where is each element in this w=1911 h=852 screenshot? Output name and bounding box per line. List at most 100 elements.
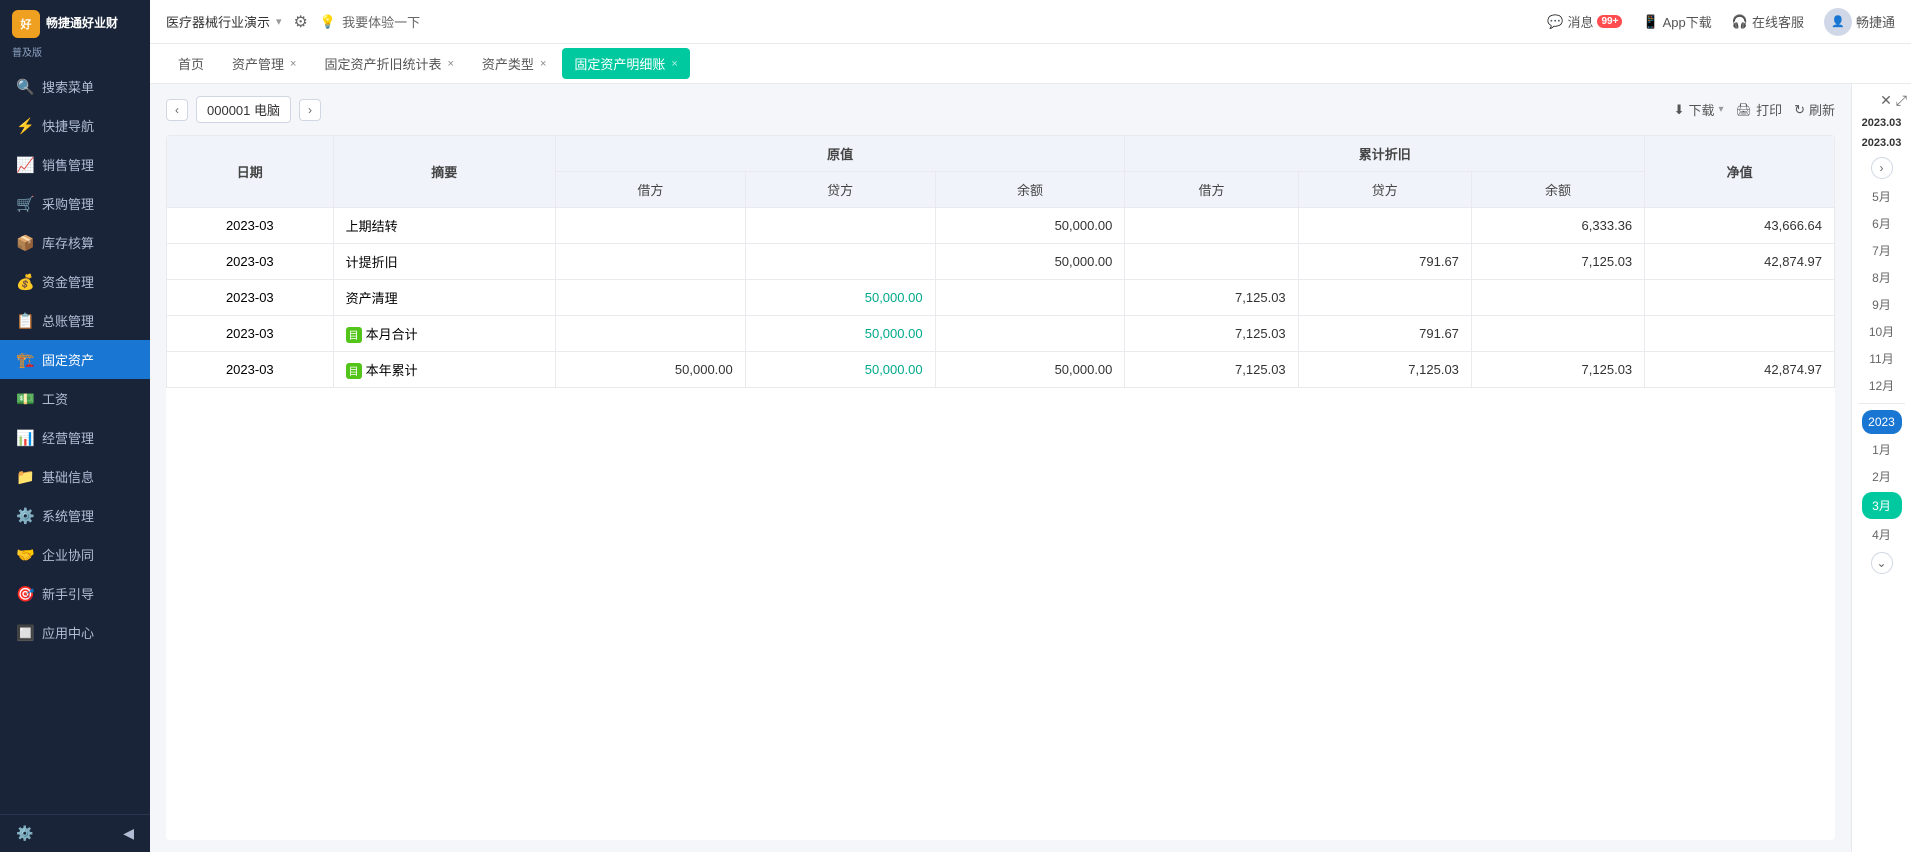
timeline-month-6[interactable]: 6月: [1852, 210, 1911, 237]
sidebar-item-label: 经营管理: [42, 428, 94, 447]
sidebar-item-enterprise[interactable]: 🤝 企业协同: [0, 535, 150, 574]
sidebar-nav: 🔍 搜索菜单 ⚡ 快捷导航 📈 销售管理 🛒 采购管理 📦 库存核算 💰 资金管…: [0, 67, 150, 814]
table-row: 2023-03目本年累计50,000.0050,000.0050,000.007…: [167, 352, 1835, 388]
app-center-icon: 🔲: [16, 624, 34, 642]
sidebar-item-salary[interactable]: 💵 工资: [0, 379, 150, 418]
ledger-icon: 📋: [16, 312, 34, 330]
sidebar-item-operations[interactable]: 📊 经营管理: [0, 418, 150, 457]
tab-asset-mgmt-close[interactable]: ×: [290, 58, 296, 70]
col-group-original: 原值: [555, 136, 1124, 172]
sidebar-item-quick-nav[interactable]: ⚡ 快捷导航: [0, 106, 150, 145]
timeline-month-7[interactable]: 7月: [1852, 237, 1911, 264]
app-download-btn[interactable]: 📱 App下载: [1642, 12, 1711, 31]
salary-icon: 💵: [16, 390, 34, 408]
col-dep-debit: 借方: [1125, 172, 1298, 208]
tab-asset-type[interactable]: 资产类型 ×: [470, 48, 558, 79]
sidebar-item-search[interactable]: 🔍 搜索菜单: [0, 67, 150, 106]
sidebar-item-label: 系统管理: [42, 506, 94, 525]
company-selector[interactable]: 医疗器械行业演示 ▾: [166, 12, 282, 31]
tag-icon: 目: [346, 363, 362, 379]
timeline-month-9[interactable]: 9月: [1852, 291, 1911, 318]
collapse-sidebar-icon[interactable]: ◀: [123, 825, 134, 842]
tab-asset-detail[interactable]: 固定资产明细账 ×: [562, 48, 689, 79]
messages-btn[interactable]: 💬 消息 99+: [1547, 12, 1622, 31]
table-row: 2023-03上期结转50,000.006,333.3643,666.64: [167, 208, 1835, 244]
content-area: ‹ 000001 电脑 › ⬇ 下载 ▾ 🖨 打印 ↻: [150, 84, 1911, 852]
col-net-value: 净值: [1645, 136, 1835, 208]
timeline-month-10[interactable]: 10月: [1852, 318, 1911, 345]
timeline-month-2[interactable]: 2月: [1852, 463, 1911, 490]
tabbar: 首页 资产管理 × 固定资产折旧统计表 × 资产类型 × 固定资产明细账 ×: [150, 44, 1911, 84]
sidebar-item-purchase[interactable]: 🛒 采购管理: [0, 184, 150, 223]
timeline-expand-btn[interactable]: ›: [1871, 157, 1893, 179]
timeline-month-3[interactable]: 3月: [1862, 492, 1902, 519]
tab-asset-detail-label: 固定资产明细账: [574, 54, 665, 73]
download-btn[interactable]: ⬇ 下载 ▾: [1674, 100, 1724, 119]
prev-asset-btn[interactable]: ‹: [166, 99, 188, 121]
col-dep-balance: 余额: [1471, 172, 1644, 208]
timeline-month-5[interactable]: 5月: [1852, 183, 1911, 210]
logo-text: 畅捷通好业财: [46, 16, 118, 32]
sidebar-item-label: 采购管理: [42, 194, 94, 213]
timeline-month-4[interactable]: 4月: [1852, 521, 1911, 548]
timeline-month-8[interactable]: 8月: [1852, 264, 1911, 291]
tab-depreciation-stats[interactable]: 固定资产折旧统计表 ×: [312, 48, 465, 79]
col-date: 日期: [167, 136, 334, 208]
tab-asset-mgmt[interactable]: 资产管理 ×: [220, 48, 308, 79]
sidebar-item-label: 快捷导航: [42, 116, 94, 135]
experience-icon: 💡: [320, 14, 336, 30]
close-panel-icon[interactable]: ✕: [1880, 92, 1892, 109]
refresh-label: 刷新: [1809, 100, 1835, 119]
app-logo: 好 畅捷通好业财: [0, 0, 150, 44]
app-download-label: App下载: [1663, 12, 1712, 31]
col-group-depreciation: 累计折旧: [1125, 136, 1645, 172]
sidebar-item-label: 基础信息: [42, 467, 94, 486]
fixed-asset-table: 日期 摘要 原值 累计折旧 净值 借方 贷方 余额 借方 贷方 余额: [166, 135, 1835, 388]
settings-bottom-icon[interactable]: ⚙️: [16, 825, 33, 842]
timeline-month-11[interactable]: 11月: [1852, 345, 1911, 372]
timeline-month-1[interactable]: 1月: [1852, 436, 1911, 463]
print-btn[interactable]: 🖨 打印: [1736, 100, 1783, 119]
download-label: 下载: [1689, 100, 1715, 119]
col-desc: 摘要: [333, 136, 555, 208]
sidebar-item-funds[interactable]: 💰 资金管理: [0, 262, 150, 301]
timeline-panel: ✕ ⤢ 2023.03 2023.03 › 5月 6月 7月 8月 9月 10月…: [1851, 84, 1911, 852]
sidebar-item-label: 资金管理: [42, 272, 94, 291]
sidebar-item-system[interactable]: ⚙️ 系统管理: [0, 496, 150, 535]
asset-code-badge: 000001 电脑: [196, 96, 291, 123]
sidebar-item-basic-info[interactable]: 📁 基础信息: [0, 457, 150, 496]
operations-icon: 📊: [16, 429, 34, 447]
timeline-down-btn[interactable]: ⌄: [1871, 552, 1893, 574]
expand-panel-icon[interactable]: ⤢: [1896, 92, 1907, 109]
messages-icon: 💬: [1547, 14, 1563, 30]
timeline-header-bottom: 2023.03: [1852, 133, 1911, 153]
topbar-settings-icon[interactable]: ⚙: [294, 12, 308, 32]
sidebar-item-app-center[interactable]: 🔲 应用中心: [0, 613, 150, 652]
next-asset-btn[interactable]: ›: [299, 99, 321, 121]
user-name: 畅捷通: [1856, 12, 1895, 31]
sidebar: 好 畅捷通好业财 普及版 🔍 搜索菜单 ⚡ 快捷导航 📈 销售管理 🛒 采购管理…: [0, 0, 150, 852]
online-service-label: 在线客服: [1752, 12, 1804, 31]
sidebar-item-label: 固定资产: [42, 350, 94, 369]
refresh-icon: ↻: [1794, 102, 1805, 118]
experience-btn[interactable]: 💡 我要体验一下: [320, 12, 420, 31]
sidebar-item-fixed-assets[interactable]: 🏗️ 固定资产: [0, 340, 150, 379]
col-orig-debit: 借方: [555, 172, 745, 208]
sidebar-bottom: ⚙️ ◀: [0, 814, 150, 852]
tab-home[interactable]: 首页: [166, 48, 216, 79]
sidebar-item-sales[interactable]: 📈 销售管理: [0, 145, 150, 184]
guide-icon: 🎯: [16, 585, 34, 603]
sidebar-item-guide[interactable]: 🎯 新手引导: [0, 574, 150, 613]
timeline-year-2023[interactable]: 2023: [1862, 410, 1902, 434]
sidebar-item-inventory[interactable]: 📦 库存核算: [0, 223, 150, 262]
sidebar-item-label: 新手引导: [42, 584, 94, 603]
online-service-btn[interactable]: 🎧 在线客服: [1732, 12, 1804, 31]
timeline-month-12[interactable]: 12月: [1852, 372, 1911, 399]
tab-depreciation-stats-close[interactable]: ×: [447, 58, 453, 70]
refresh-btn[interactable]: ↻ 刷新: [1794, 100, 1835, 119]
tab-asset-detail-close[interactable]: ×: [671, 58, 677, 70]
user-btn[interactable]: 👤 畅捷通: [1824, 8, 1895, 36]
tab-home-label: 首页: [178, 54, 204, 73]
sidebar-item-ledger[interactable]: 📋 总账管理: [0, 301, 150, 340]
tab-asset-type-close[interactable]: ×: [540, 58, 546, 70]
